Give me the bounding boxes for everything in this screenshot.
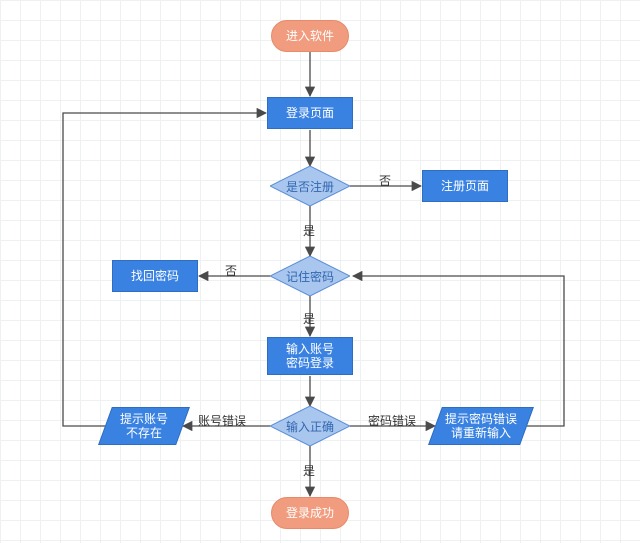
input-login-label: 输入账号 密码登录 <box>286 342 334 370</box>
input-login-node: 输入账号 密码登录 <box>267 337 353 375</box>
edge-label-pwd-error: 密码错误 <box>368 412 416 429</box>
success-node: 登录成功 <box>271 497 349 529</box>
retrieve-pwd-node: 找回密码 <box>112 260 198 292</box>
login-page-label: 登录页面 <box>286 106 334 120</box>
acct-missing-label: 提示账号 不存在 <box>120 412 168 440</box>
success-label: 登录成功 <box>286 506 334 520</box>
edge-label-registered-no: 否 <box>379 172 391 189</box>
start-node: 进入软件 <box>271 20 349 52</box>
retrieve-pwd-label: 找回密码 <box>131 269 179 283</box>
edge-label-correct-yes: 是 <box>303 462 315 479</box>
edge-label-remember-no: 否 <box>225 262 237 279</box>
acct-missing-node: 提示账号 不存在 <box>98 407 190 445</box>
input-correct-node: 输入正确 <box>270 406 350 446</box>
login-page-node: 登录页面 <box>267 97 353 129</box>
register-page-label: 注册页面 <box>441 179 489 193</box>
start-label: 进入软件 <box>286 29 334 43</box>
edge-label-registered-yes: 是 <box>303 222 315 239</box>
pwd-wrong-node: 提示密码错误 请重新输入 <box>428 407 534 445</box>
pwd-wrong-label: 提示密码错误 请重新输入 <box>445 412 517 440</box>
is-registered-node: 是否注册 <box>270 166 350 206</box>
edge-label-acct-error: 账号错误 <box>198 412 246 429</box>
flowchart-canvas: 进入软件 登录页面 是否注册 注册页面 记住密码 找回密码 输入账号 密码登录 … <box>0 0 640 543</box>
edge-label-remember-yes: 是 <box>303 310 315 327</box>
register-page-node: 注册页面 <box>422 170 508 202</box>
remember-pwd-node: 记住密码 <box>270 256 350 296</box>
